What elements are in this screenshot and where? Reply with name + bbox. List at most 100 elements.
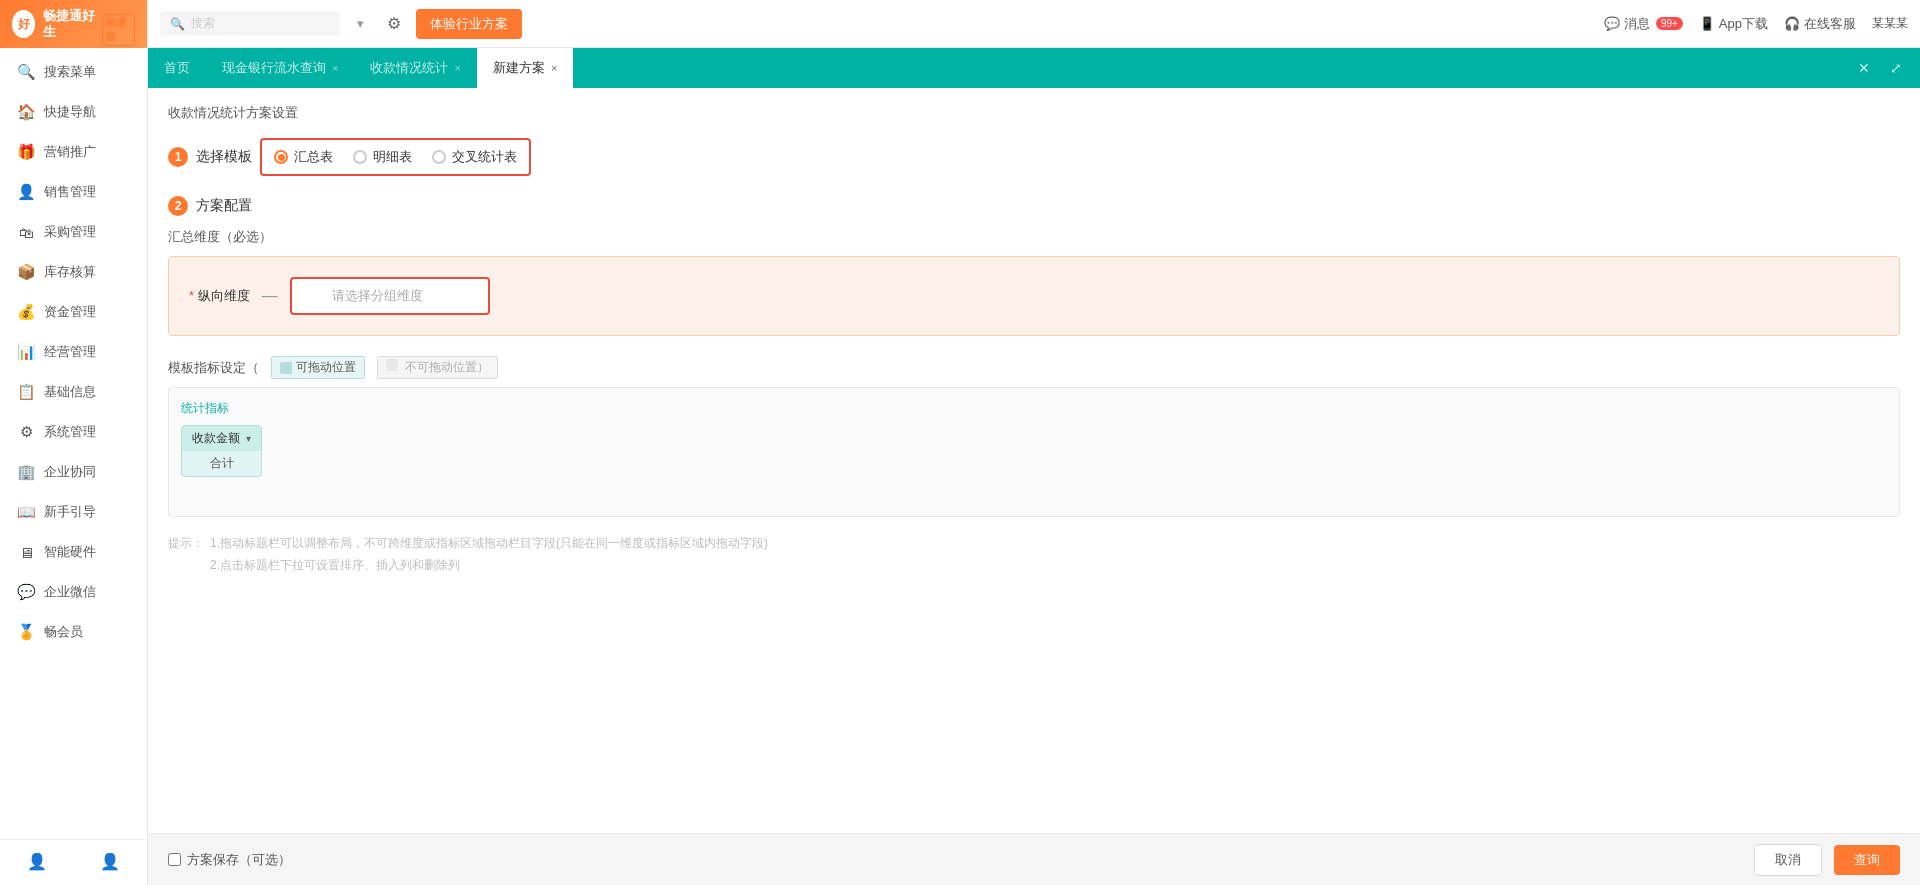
query-button[interactable]: 查询: [1834, 845, 1900, 875]
tab-collection-stats-close[interactable]: ×: [454, 62, 460, 74]
industry-btn[interactable]: 体验行业方案: [416, 9, 522, 39]
sidebar-item-system[interactable]: ⚙ 系统管理: [0, 412, 147, 452]
avatar1-icon: 👤: [27, 852, 47, 871]
step1-section: 1 选择模板 汇总表 明细表 交叉统计表: [168, 138, 1900, 176]
gift-icon: 🎁: [16, 142, 36, 162]
service-action[interactable]: 🎧 在线客服: [1784, 15, 1856, 33]
save-checkbox[interactable]: [168, 853, 181, 866]
topbar-search-box[interactable]: 🔍 搜索: [160, 11, 340, 36]
sidebar-item-search-menu[interactable]: 🔍 搜索菜单: [0, 52, 147, 92]
book-icon: 📖: [16, 502, 36, 522]
radio-summary[interactable]: 汇总表: [274, 148, 333, 166]
step2-title: 方案配置: [196, 197, 252, 215]
sidebar-item-marketing[interactable]: 🎁 营销推广: [0, 132, 147, 172]
radio-detail[interactable]: 明细表: [353, 148, 412, 166]
save-checkbox-area: 方案保存（可选）: [168, 851, 1742, 869]
tab-home[interactable]: 首页: [148, 48, 206, 88]
dimension-section: 汇总维度（必选） * 纵向维度 — 请选择分组维度: [168, 228, 1900, 336]
chart-icon: 📊: [16, 342, 36, 362]
sidebar-item-quick-nav[interactable]: 🏠 快捷导航: [0, 92, 147, 132]
metrics-tag[interactable]: 收款金额 ▾ 合计: [181, 425, 262, 477]
topbar-gear-icon[interactable]: ⚙: [380, 10, 408, 38]
tab-collection-stats[interactable]: 收款情况统计 ×: [354, 48, 476, 88]
tips-section: 提示： 1.拖动标题栏可以调整布局，不可跨维度或指标区域拖动栏目字段(只能在同一…: [168, 533, 1900, 576]
chevron-down-icon[interactable]: ▾: [246, 433, 251, 444]
sidebar-item-label-operation: 经营管理: [44, 343, 96, 361]
topbar: 🔍 搜索 ▾ ⚙ 体验行业方案 💬 消息 99+ 📱 App下载 🎧 在线客服 …: [148, 0, 1920, 48]
sidebar-item-label-guide: 新手引导: [44, 503, 96, 521]
home-icon: 🏠: [16, 102, 36, 122]
footer-avatar2[interactable]: 👤: [92, 848, 128, 877]
radio-detail-dot: [353, 150, 367, 164]
step2-section: 2 方案配置 汇总维度（必选） * 纵向维度 — 请选择分组维度: [168, 196, 1900, 576]
message-action[interactable]: 💬 消息 99+: [1604, 15, 1683, 33]
money-icon: 💰: [16, 302, 36, 322]
message-badge: 99+: [1656, 17, 1683, 30]
logo-text: 畅捷通好生: [43, 8, 97, 39]
tabbar-actions: ✕ ⤢: [1852, 56, 1920, 80]
radio-detail-label: 明细表: [373, 148, 412, 166]
topbar-actions: 💬 消息 99+ 📱 App下载 🎧 在线客服 某某某: [1604, 15, 1908, 33]
sidebar-item-label-inventory: 库存核算: [44, 263, 96, 281]
metrics-tag-header-text: 收款金额: [192, 430, 240, 447]
sidebar-item-purchase[interactable]: 🛍 采购管理: [0, 212, 147, 252]
sidebar-item-capital[interactable]: 💰 资金管理: [0, 292, 147, 332]
step1-header: 1 选择模板 汇总表 明细表 交叉统计表: [168, 138, 1900, 176]
search-placeholder: 搜索: [191, 15, 215, 32]
dimension-area: * 纵向维度 — 请选择分组维度: [168, 256, 1900, 336]
sidebar-item-operation[interactable]: 📊 经营管理: [0, 332, 147, 372]
sidebar-item-hardware[interactable]: 🖥 智能硬件: [0, 532, 147, 572]
dimension-row: * 纵向维度 — 请选择分组维度: [189, 277, 1879, 315]
radio-cross[interactable]: 交叉统计表: [432, 148, 517, 166]
content-inner: 收款情况统计方案设置 1 选择模板 汇总表 明细表: [148, 88, 1920, 833]
tab-new-plan-close[interactable]: ×: [551, 62, 557, 74]
download-action[interactable]: 📱 App下载: [1699, 15, 1768, 33]
sidebar-item-basic-info[interactable]: 📋 基础信息: [0, 372, 147, 412]
template-radio-group: 汇总表 明细表 交叉统计表: [260, 138, 531, 176]
tabbar: 首页 现金银行流水查询 × 收款情况统计 × 新建方案 × ✕ ⤢: [148, 48, 1920, 88]
topbar-username[interactable]: 某某某: [1872, 15, 1908, 32]
topbar-dropdown[interactable]: ▾: [348, 12, 372, 36]
tab-new-plan[interactable]: 新建方案 ×: [477, 48, 573, 88]
sidebar-item-sales[interactable]: 👤 销售管理: [0, 172, 147, 212]
main-area: 🔍 搜索 ▾ ⚙ 体验行业方案 💬 消息 99+ 📱 App下载 🎧 在线客服 …: [148, 0, 1920, 885]
sidebar: 好 畅捷通好生 标准版 🔍 搜索菜单 🏠 快捷导航 🎁 营销推广 👤 销售管理 …: [0, 0, 148, 885]
sidebar-item-label-system: 系统管理: [44, 423, 96, 441]
radio-cross-dot: [432, 150, 446, 164]
user-icon: 👤: [16, 182, 36, 202]
tip1: 提示： 1.拖动标题栏可以调整布局，不可跨维度或指标区域拖动栏目字段(只能在同一…: [168, 533, 1900, 555]
search-menu-icon: 🔍: [16, 62, 36, 82]
tab-bank-flow[interactable]: 现金银行流水查询 ×: [206, 48, 354, 88]
draggable-label: 可拖动位置: [296, 359, 356, 376]
metrics-tag-header[interactable]: 收款金额 ▾: [182, 426, 261, 451]
dimension-placeholder[interactable]: 请选择分组维度: [290, 277, 490, 315]
cancel-button[interactable]: 取消: [1754, 844, 1822, 876]
sidebar-item-label-basic-info: 基础信息: [44, 383, 96, 401]
sidebar-item-guide[interactable]: 📖 新手引导: [0, 492, 147, 532]
medal-icon: 🏅: [16, 622, 36, 642]
avatar2-icon: 👤: [100, 852, 120, 871]
sidebar-item-label-hardware: 智能硬件: [44, 543, 96, 561]
sidebar-item-label-capital: 资金管理: [44, 303, 96, 321]
sidebar-item-wechat[interactable]: 💬 企业微信: [0, 572, 147, 612]
sidebar-menu: 🔍 搜索菜单 🏠 快捷导航 🎁 营销推广 👤 销售管理 🛍 采购管理 📦 库存核…: [0, 48, 147, 839]
sidebar-item-label-purchase: 采购管理: [44, 223, 96, 241]
footer-avatar1[interactable]: 👤: [19, 848, 55, 877]
not-draggable-label: 不可拖动位置）: [405, 360, 489, 374]
vertical-dimension-label: * 纵向维度: [189, 287, 250, 305]
headphone-icon: 🎧: [1784, 16, 1800, 31]
message-label: 消息: [1624, 15, 1650, 33]
tip-prefix: 提示：: [168, 533, 204, 555]
sidebar-item-member[interactable]: 🏅 畅会员: [0, 612, 147, 652]
sidebar-item-enterprise[interactable]: 🏢 企业协同: [0, 452, 147, 492]
tab-expand-btn[interactable]: ⤢: [1884, 56, 1908, 80]
step2-header: 2 方案配置: [168, 196, 1900, 216]
edition-badge: 标准版: [102, 14, 135, 46]
metrics-area: 统计指标 收款金额 ▾ 合计: [168, 387, 1900, 517]
tab-close-btn[interactable]: ✕: [1852, 56, 1876, 80]
save-label: 方案保存（可选）: [187, 851, 291, 869]
sidebar-item-inventory[interactable]: 📦 库存核算: [0, 252, 147, 292]
radio-cross-label: 交叉统计表: [452, 148, 517, 166]
step2-number: 2: [168, 196, 188, 216]
tab-bank-flow-close[interactable]: ×: [332, 62, 338, 74]
